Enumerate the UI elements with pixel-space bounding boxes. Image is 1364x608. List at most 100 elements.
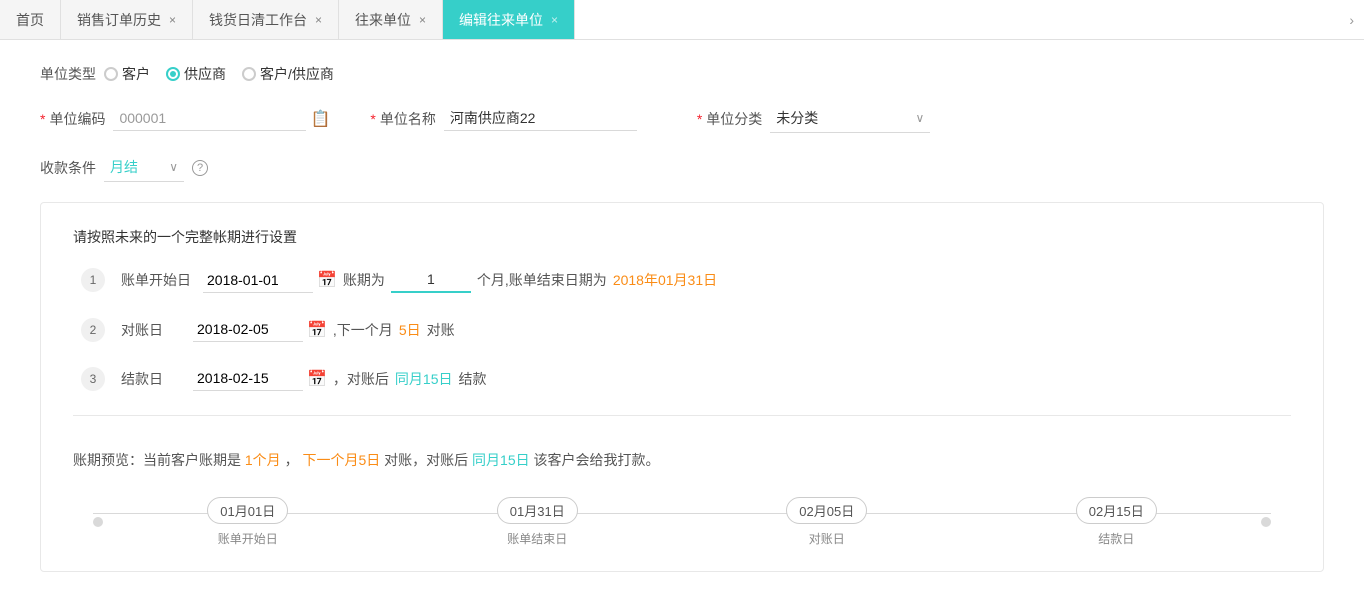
timeline-start-dot [93,517,103,527]
row-number-1: 1 [81,268,105,292]
main-content: 单位类型 客户 供应商 客户/供应商 * 单位编码 [0,40,1364,608]
radio-both-circle [242,67,256,81]
unit-name-required: * [370,111,375,127]
row-label-1: 账单开始日 [121,270,191,290]
copy-icon[interactable]: 📋 [310,109,330,129]
tab-home-label: 首页 [16,10,44,30]
preview-label: 账期预览：当前客户账期是 [73,452,241,468]
unit-category-required: * [697,111,702,127]
unit-type-row: 单位类型 客户 供应商 客户/供应商 [40,64,1324,84]
divider [73,415,1291,416]
tab-partner-label: 往来单位 [355,10,411,30]
chevron-right-icon: › [1349,12,1354,28]
radio-both-label: 客户/供应商 [260,64,334,84]
payment-suffix-text: 结款 [459,369,487,389]
unit-name-item: * 单位名称 [370,106,636,131]
row-label-2: 对账日 [121,320,181,340]
end-date-display: 2018年01月31日 [613,270,717,290]
row-number-2: 2 [81,318,105,342]
preview-payment: 同月15日 [472,452,530,468]
payment-terms-help-icon[interactable]: ? [192,160,208,176]
payment-terms-label: 收款条件 [40,158,96,178]
timeline-badge-1: 01月01日 [207,497,288,524]
preview-reconcile-mid: 对账，对账后 [384,452,468,468]
timeline-start [93,517,103,527]
radio-customer[interactable]: 客户 [104,64,150,84]
setting-row-2: 2 对账日 📅 ,下一个月 5日 对账 [73,317,1291,342]
tab-sales-history-close[interactable]: × [169,13,176,27]
timeline-label-2: 账单结束日 [507,530,567,547]
preview-payment-suffix: 该客户会给我打款。 [534,452,660,468]
reconcile-date-input[interactable] [193,317,303,342]
timeline-badge-3: 02月05日 [786,497,867,524]
tab-partner[interactable]: 往来单位 × [339,0,443,39]
setting-row-3: 3 结款日 📅 ，对账后 同月15日 结款 [73,366,1291,391]
unit-name-label: 单位名称 [380,109,436,129]
payment-date-input[interactable] [193,366,303,391]
unit-code-required: * [40,111,45,127]
unit-type-item: 单位类型 客户 供应商 客户/供应商 [40,64,334,84]
unit-category-label: 单位分类 [706,109,762,129]
tab-sales-history-label: 销售订单历史 [77,10,161,30]
timeline-label-3: 对账日 [809,530,845,547]
payment-terms-dropdown[interactable]: 月结 ∨ [104,153,184,182]
timeline: 01月01日 账单开始日 01月31日 账单结束日 02月05日 对账日 [73,497,1291,547]
settings-card: 请按照未来的一个完整帐期进行设置 1 账单开始日 📅 账期为 个月,账单结束日期… [40,202,1324,572]
setting-row-1: 1 账单开始日 📅 账期为 个月,账单结束日期为 2018年01月31日 [73,267,1291,293]
tab-cash-daily[interactable]: 钱货日清工作台 × [193,0,339,39]
preview-period: 1个月 [245,452,281,468]
tab-bar: 首页 销售订单历史 × 钱货日清工作台 × 往来单位 × 编辑往来单位 × › [0,0,1364,40]
radio-supplier-label: 供应商 [184,64,226,84]
reconcile-day: 5日 [399,320,421,340]
timeline-end [1261,517,1271,527]
timeline-label-4: 结款日 [1098,530,1134,547]
start-date-input[interactable] [203,268,313,293]
period-prefix: 账期为 [343,270,385,290]
radio-customer-label: 客户 [122,64,150,84]
unit-code-item: * 单位编码 📋 [40,106,330,131]
reconcile-suffix: 对账 [427,320,455,340]
reconcile-date-calendar-icon[interactable]: 📅 [307,320,327,340]
unit-type-label: 单位类型 [40,64,96,84]
unit-category-arrow-icon: ∨ [915,111,924,125]
timeline-point-2: 01月31日 账单结束日 [497,497,578,547]
start-date-calendar-icon[interactable]: 📅 [317,270,337,290]
unit-code-input[interactable] [113,106,306,131]
tab-edit-partner-label: 编辑往来单位 [459,10,543,30]
radio-supplier[interactable]: 供应商 [166,64,226,84]
tab-cash-daily-close[interactable]: × [315,13,322,27]
row-label-3: 结款日 [121,369,181,389]
timeline-end-dot [1261,517,1271,527]
tab-edit-partner-close[interactable]: × [551,13,558,27]
tab-home[interactable]: 首页 [0,0,61,39]
timeline-point-1: 01月01日 账单开始日 [207,497,288,547]
radio-supplier-circle [166,67,180,81]
timeline-point-3: 02月05日 对账日 [786,497,867,547]
period-input[interactable] [391,267,471,293]
preview-reconcile: 下一个月5日 [302,452,380,468]
unit-category-dropdown[interactable]: 未分类 ∨ [770,104,930,133]
tab-sales-history[interactable]: 销售订单历史 × [61,0,193,39]
tab-edit-partner[interactable]: 编辑往来单位 × [443,0,575,39]
tab-partner-close[interactable]: × [419,13,426,27]
unit-details-row: * 单位编码 📋 * 单位名称 * 单位分类 未分类 ∨ [40,104,1324,133]
period-suffix: 个月,账单结束日期为 [477,270,607,290]
unit-code-label: 单位编码 [49,109,105,129]
timeline-label-1: 账单开始日 [218,530,278,547]
unit-category-item: * 单位分类 未分类 ∨ [697,104,930,133]
payment-prefix: ，对账后 [333,369,389,389]
payment-day: 同月15日 [395,369,453,389]
row-number-3: 3 [81,367,105,391]
preview-section: 账期预览：当前客户账期是 1个月 ， 下一个月5日 对账，对账后 同月15日 该… [73,432,1291,547]
payment-terms-value: 月结 [110,157,165,177]
card-title: 请按照未来的一个完整帐期进行设置 [73,227,1291,247]
timeline-badge-4: 02月15日 [1076,497,1157,524]
unit-name-input[interactable] [444,106,637,131]
reconcile-prefix: ,下一个月 [333,320,393,340]
radio-both[interactable]: 客户/供应商 [242,64,334,84]
timeline-point-4: 02月15日 结款日 [1076,497,1157,547]
payment-terms-arrow-icon: ∨ [169,160,178,174]
unit-type-radio-group: 客户 供应商 客户/供应商 [104,64,334,84]
tab-more-button[interactable]: › [1339,0,1364,39]
payment-date-calendar-icon[interactable]: 📅 [307,369,327,389]
